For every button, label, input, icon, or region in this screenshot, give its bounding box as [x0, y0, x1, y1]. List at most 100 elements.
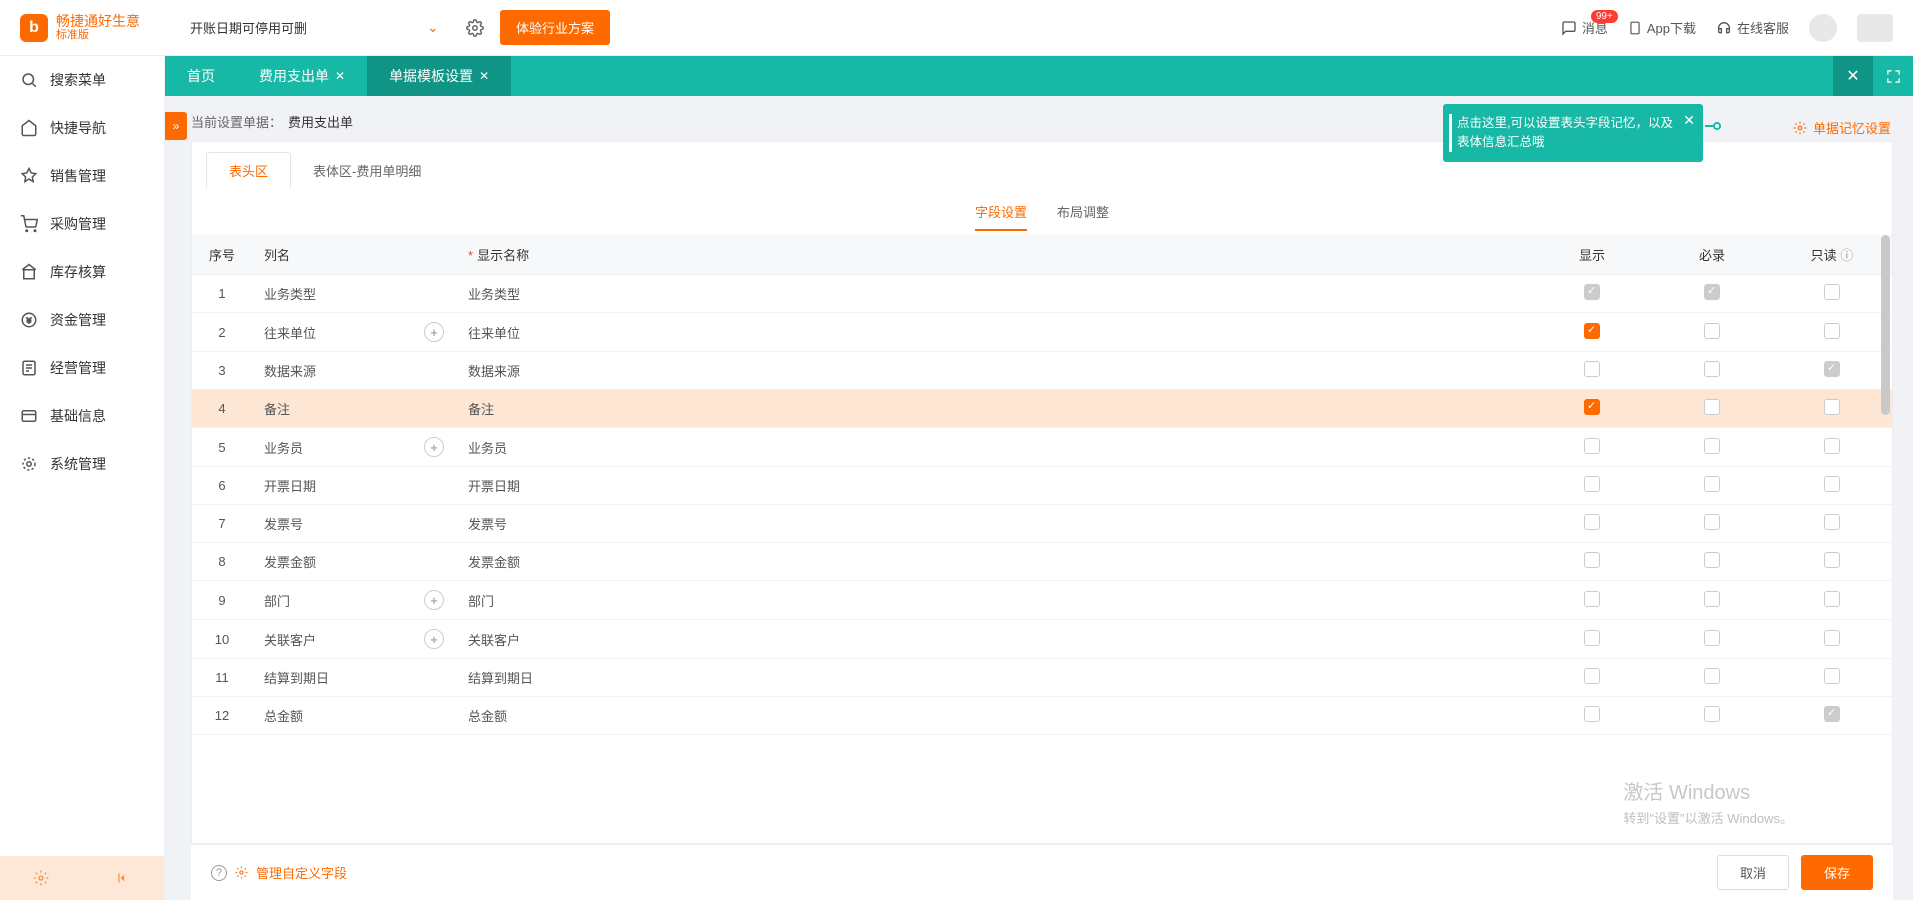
sidebar-item-3[interactable]: 采购管理 [0, 200, 164, 248]
checkbox[interactable] [1704, 552, 1720, 568]
checkbox[interactable] [1584, 361, 1600, 377]
checkbox[interactable] [1824, 630, 1840, 646]
checkbox[interactable] [1704, 476, 1720, 492]
sidebar-item-7[interactable]: 基础信息 [0, 392, 164, 440]
add-icon[interactable]: + [424, 322, 444, 342]
cell-display[interactable]: 发票号 [456, 505, 1532, 543]
experience-button[interactable]: 体验行业方案 [500, 10, 610, 45]
section-tab-0[interactable]: 表头区 [206, 152, 291, 188]
checkbox[interactable] [1584, 668, 1600, 684]
cell-display[interactable]: 备注 [456, 390, 1532, 428]
add-icon[interactable]: + [424, 437, 444, 457]
sidebar-item-1[interactable]: 快捷导航 [0, 104, 164, 152]
table-row[interactable]: 4备注备注 [192, 390, 1892, 428]
checkbox[interactable] [1824, 399, 1840, 415]
cell-display[interactable]: 业务类型 [456, 275, 1532, 313]
section-tab-1[interactable]: 表体区-费用单明细 [290, 152, 444, 188]
table-row[interactable]: 5业务员+业务员 [192, 428, 1892, 467]
checkbox[interactable] [1824, 476, 1840, 492]
checkbox[interactable] [1704, 399, 1720, 415]
table-row[interactable]: 12总金额总金额 [192, 697, 1892, 735]
add-icon[interactable]: + [424, 629, 444, 649]
table-row[interactable]: 3数据来源数据来源 [192, 352, 1892, 390]
org-avatar[interactable] [1857, 14, 1893, 42]
checkbox[interactable] [1584, 399, 1600, 415]
tab-2[interactable]: 单据模板设置✕ [367, 56, 511, 96]
sidebar-settings-icon[interactable] [33, 870, 49, 886]
tab-1[interactable]: 费用支出单✕ [237, 56, 367, 96]
checkbox[interactable] [1824, 552, 1840, 568]
tab-close-icon[interactable]: ✕ [479, 69, 489, 83]
messages-link[interactable]: 消息 99+ [1561, 18, 1608, 37]
sub-tab-0[interactable]: 字段设置 [975, 202, 1027, 231]
checkbox[interactable] [1584, 476, 1600, 492]
col-seq: 序号 [192, 235, 252, 275]
table-row[interactable]: 9部门+部门 [192, 581, 1892, 620]
sidebar-item-4[interactable]: 库存核算 [0, 248, 164, 296]
cell-display[interactable]: 业务员 [456, 428, 1532, 467]
table-row[interactable]: 7发票号发票号 [192, 505, 1892, 543]
cell-seq: 9 [192, 581, 252, 620]
cell-display[interactable]: 结算到期日 [456, 659, 1532, 697]
table-row[interactable]: 2往来单位+往来单位 [192, 313, 1892, 352]
scrollbar[interactable] [1880, 235, 1890, 843]
expand-handle[interactable]: » [165, 112, 187, 140]
settings-icon[interactable] [466, 19, 484, 37]
cell-display[interactable]: 数据来源 [456, 352, 1532, 390]
checkbox[interactable] [1824, 323, 1840, 339]
tab-close-icon[interactable]: ✕ [335, 69, 345, 83]
account-selector[interactable]: 开账日期可停用可删 ⌄ [190, 18, 450, 37]
checkbox[interactable] [1704, 668, 1720, 684]
checkbox[interactable] [1704, 514, 1720, 530]
checkbox[interactable] [1824, 514, 1840, 530]
table-row[interactable]: 8发票金额发票金额 [192, 543, 1892, 581]
checkbox[interactable] [1584, 591, 1600, 607]
checkbox[interactable] [1704, 438, 1720, 454]
checkbox[interactable] [1824, 284, 1840, 300]
checkbox[interactable] [1704, 591, 1720, 607]
table-row[interactable]: 1业务类型业务类型 [192, 275, 1892, 313]
checkbox[interactable] [1824, 591, 1840, 607]
add-icon[interactable]: + [424, 590, 444, 610]
sidebar-collapse-icon[interactable] [115, 871, 131, 885]
table-row[interactable]: 10关联客户+关联客户 [192, 620, 1892, 659]
table-row[interactable]: 11结算到期日结算到期日 [192, 659, 1892, 697]
cell-display[interactable]: 发票金额 [456, 543, 1532, 581]
tab-0[interactable]: 首页 [165, 56, 237, 96]
table-row[interactable]: 6开票日期开票日期 [192, 467, 1892, 505]
checkbox[interactable] [1584, 323, 1600, 339]
checkbox[interactable] [1824, 438, 1840, 454]
sidebar-item-8[interactable]: 系统管理 [0, 440, 164, 488]
fullscreen-icon[interactable] [1873, 56, 1913, 96]
sidebar-item-0[interactable]: 搜索菜单 [0, 56, 164, 104]
checkbox[interactable] [1584, 438, 1600, 454]
cell-display[interactable]: 关联客户 [456, 620, 1532, 659]
sidebar-item-6[interactable]: 经营管理 [0, 344, 164, 392]
app-download-link[interactable]: App下载 [1628, 18, 1696, 37]
cell-display[interactable]: 总金额 [456, 697, 1532, 735]
checkbox[interactable] [1704, 706, 1720, 722]
avatar[interactable] [1809, 14, 1837, 42]
cell-display[interactable]: 部门 [456, 581, 1532, 620]
checkbox[interactable] [1584, 514, 1600, 530]
checkbox[interactable] [1824, 668, 1840, 684]
cell-display[interactable]: 往来单位 [456, 313, 1532, 352]
cell-show [1532, 697, 1652, 735]
manage-custom-fields-link[interactable]: ? 管理自定义字段 [211, 863, 347, 882]
checkbox[interactable] [1704, 323, 1720, 339]
checkbox[interactable] [1704, 630, 1720, 646]
tab-close-all-icon[interactable]: ✕ [1833, 56, 1873, 96]
customer-service-link[interactable]: 在线客服 [1716, 18, 1789, 37]
checkbox[interactable] [1584, 706, 1600, 722]
hint-close-icon[interactable]: ✕ [1683, 110, 1695, 131]
checkbox[interactable] [1584, 630, 1600, 646]
sidebar-item-2[interactable]: 销售管理 [0, 152, 164, 200]
checkbox[interactable] [1704, 361, 1720, 377]
cell-display[interactable]: 开票日期 [456, 467, 1532, 505]
cancel-button[interactable]: 取消 [1717, 855, 1789, 890]
sidebar-item-5[interactable]: ¥资金管理 [0, 296, 164, 344]
sub-tab-1[interactable]: 布局调整 [1057, 202, 1109, 231]
memory-settings-link[interactable]: 单据记忆设置 [1793, 118, 1891, 137]
save-button[interactable]: 保存 [1801, 855, 1873, 890]
checkbox[interactable] [1584, 552, 1600, 568]
